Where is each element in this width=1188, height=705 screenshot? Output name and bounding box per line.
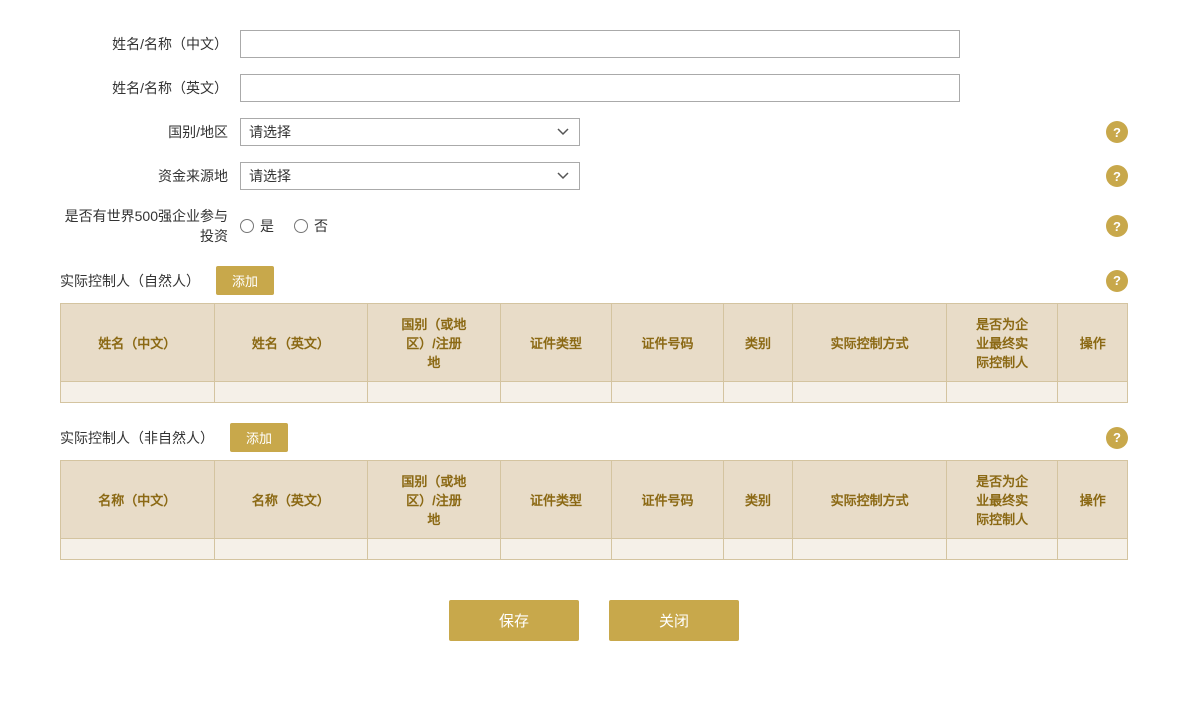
fortune500-no-option[interactable]: 否 (294, 216, 328, 236)
footer-buttons: 保存 关闭 (60, 600, 1128, 641)
name-en-row: 姓名/名称（英文） (60, 74, 1128, 102)
fortune500-help-icon[interactable]: ? (1106, 215, 1128, 237)
section1-col-name-cn: 姓名（中文） (61, 304, 215, 382)
section1-col-control-method: 实际控制方式 (793, 304, 947, 382)
country-label: 国别/地区 (60, 122, 240, 142)
fortune500-no-radio[interactable] (294, 219, 308, 233)
section2-col-name-en: 名称（英文） (214, 461, 368, 539)
section1-col-cert-no: 证件号码 (612, 304, 724, 382)
section1-col-action: 操作 (1058, 304, 1128, 382)
section1-table-container: 姓名（中文） 姓名（英文） 国别（或地区）/注册地 证件类型 证件号码 类别 实… (60, 303, 1128, 403)
fund-source-select[interactable]: 请选择 (240, 162, 580, 190)
country-help-icon[interactable]: ? (1106, 121, 1128, 143)
section2-table-container: 名称（中文） 名称（英文） 国别（或地区）/注册地 证件类型 证件号码 类别 实… (60, 460, 1128, 560)
section1-col-ultimate-controller: 是否为企业最终实际控制人 (946, 304, 1058, 382)
fortune500-radio-group: 是 否 (240, 216, 328, 236)
section1-col-country: 国别（或地区）/注册地 (368, 304, 501, 382)
section2-col-control-method: 实际控制方式 (793, 461, 947, 539)
fortune500-label: 是否有世界500强企业参与投资 (60, 206, 240, 246)
country-select[interactable]: 请选择 (240, 118, 580, 146)
section2-title: 实际控制人（非自然人） (60, 428, 214, 448)
fortune500-row: 是否有世界500强企业参与投资 是 否 ? (60, 206, 1128, 246)
section2-header: 实际控制人（非自然人） 添加 ? (60, 423, 1128, 452)
name-en-label: 姓名/名称（英文） (60, 78, 240, 98)
close-button[interactable]: 关闭 (609, 600, 739, 641)
fortune500-yes-radio[interactable] (240, 219, 254, 233)
fortune500-yes-label: 是 (260, 216, 274, 236)
fund-source-row: 资金来源地 请选择 ? (60, 162, 1128, 190)
name-en-input[interactable] (240, 74, 960, 102)
save-button[interactable]: 保存 (449, 600, 579, 641)
section1-title: 实际控制人（自然人） (60, 271, 200, 291)
section2-col-cert-type: 证件类型 (500, 461, 612, 539)
section2-container: 实际控制人（非自然人） 添加 ? 名称（中文） 名称（英文） 国别（或地区）/注… (60, 423, 1128, 560)
section1-col-name-en: 姓名（英文） (214, 304, 368, 382)
section1-add-button[interactable]: 添加 (216, 266, 274, 295)
country-row: 国别/地区 请选择 ? (60, 118, 1128, 146)
section1-container: 实际控制人（自然人） 添加 ? 姓名（中文） 姓名（英文） 国别（或地区）/注册… (60, 266, 1128, 403)
section1-col-cert-type: 证件类型 (500, 304, 612, 382)
section2-table: 名称（中文） 名称（英文） 国别（或地区）/注册地 证件类型 证件号码 类别 实… (60, 460, 1128, 560)
section2-col-action: 操作 (1058, 461, 1128, 539)
fortune500-no-label: 否 (314, 216, 328, 236)
section2-left: 实际控制人（非自然人） 添加 (60, 423, 288, 452)
section2-col-country: 国别（或地区）/注册地 (368, 461, 501, 539)
section2-col-category: 类别 (723, 461, 793, 539)
fund-source-help-icon[interactable]: ? (1106, 165, 1128, 187)
section1-left: 实际控制人（自然人） 添加 (60, 266, 274, 295)
section1-table: 姓名（中文） 姓名（英文） 国别（或地区）/注册地 证件类型 证件号码 类别 实… (60, 303, 1128, 403)
section1-help-icon[interactable]: ? (1106, 270, 1128, 292)
section2-col-ultimate-controller: 是否为企业最终实际控制人 (946, 461, 1058, 539)
section2-col-cert-no: 证件号码 (612, 461, 724, 539)
section2-help-icon[interactable]: ? (1106, 427, 1128, 449)
section1-table-header-row: 姓名（中文） 姓名（英文） 国别（或地区）/注册地 证件类型 证件号码 类别 实… (61, 304, 1128, 382)
section1-header: 实际控制人（自然人） 添加 ? (60, 266, 1128, 295)
name-cn-row: 姓名/名称（中文） (60, 30, 1128, 58)
fortune500-yes-option[interactable]: 是 (240, 216, 274, 236)
section1-empty-row (61, 382, 1128, 403)
section2-table-header-row: 名称（中文） 名称（英文） 国别（或地区）/注册地 证件类型 证件号码 类别 实… (61, 461, 1128, 539)
section2-add-button[interactable]: 添加 (230, 423, 288, 452)
section1-col-category: 类别 (723, 304, 793, 382)
name-cn-label: 姓名/名称（中文） (60, 34, 240, 54)
fund-source-label: 资金来源地 (60, 166, 240, 186)
name-cn-input[interactable] (240, 30, 960, 58)
section2-empty-row (61, 539, 1128, 560)
section2-col-name-cn: 名称（中文） (61, 461, 215, 539)
